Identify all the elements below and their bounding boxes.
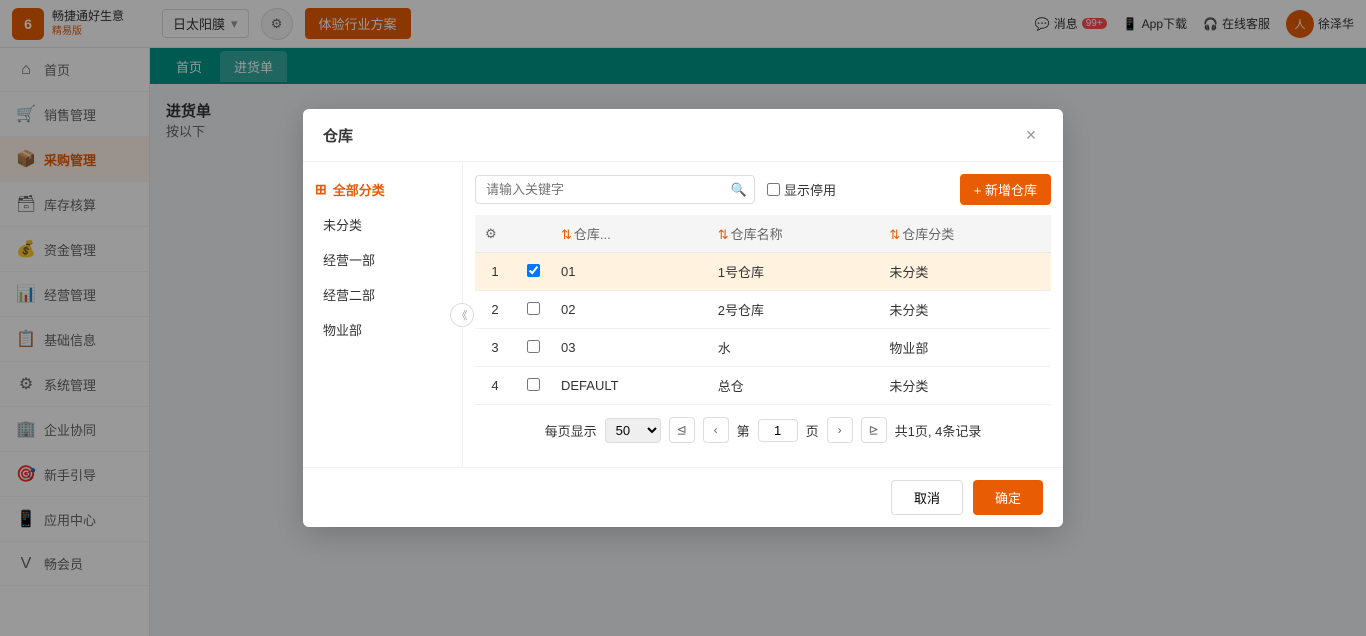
search-wrapper: 🔍 (475, 175, 755, 204)
row-category: 未分类 (879, 291, 1051, 329)
row-category: 物业部 (879, 329, 1051, 367)
row-code: 01 (551, 253, 708, 291)
row-name: 水 (708, 329, 880, 367)
table-toolbar: 🔍 显示停用 + 新增仓库 (475, 174, 1051, 205)
row-category: 未分类 (879, 367, 1051, 405)
row-num: 1 (475, 253, 515, 291)
category-col-header[interactable]: ⇅仓库分类 (879, 215, 1051, 253)
show-disabled-checkbox[interactable] (767, 183, 780, 196)
dialog-title: 仓库 (323, 125, 353, 146)
modal-overlay: 仓库 × ⊞ 全部分类 未分类 经营一部 经营二部 物业部 《 (0, 0, 1366, 636)
warehouse-table: ⚙ ⇅仓库... ⇅仓库名称 ⇅仓库分类 (475, 215, 1051, 405)
category-item-ops2[interactable]: 经营二部 (303, 277, 462, 312)
row-checkbox-cell[interactable] (515, 291, 551, 329)
category-item-ops1[interactable]: 经营一部 (303, 242, 462, 277)
category-header-label: 全部分类 (333, 180, 385, 199)
per-page-label: 每页显示 (545, 421, 597, 440)
page-label: 第 (737, 421, 750, 440)
all-categories[interactable]: ⊞ 全部分类 (303, 172, 462, 207)
row-category: 未分类 (879, 253, 1051, 291)
settings-col-header[interactable]: ⚙ (475, 215, 515, 253)
dialog-body: ⊞ 全部分类 未分类 经营一部 经营二部 物业部 《 🔍 (303, 162, 1063, 467)
row-checkbox-cell[interactable] (515, 329, 551, 367)
dialog-header: 仓库 × (303, 109, 1063, 162)
name-col-header[interactable]: ⇅仓库名称 (708, 215, 880, 253)
last-page-button[interactable]: ⊵ (861, 417, 887, 443)
row-code: DEFAULT (551, 367, 708, 405)
row-code: 03 (551, 329, 708, 367)
table-row[interactable]: 3 03 水 物业部 (475, 329, 1051, 367)
sort-icon: ⇅ (718, 227, 729, 242)
row-code: 02 (551, 291, 708, 329)
checkbox-col-header (515, 215, 551, 253)
grid-icon: ⊞ (315, 181, 327, 198)
first-page-button[interactable]: ⊴ (669, 417, 695, 443)
show-disabled-label[interactable]: 显示停用 (767, 180, 836, 199)
table-body: 1 01 1号仓库 未分类 2 02 2号仓库 未分类 (475, 253, 1051, 405)
search-icon[interactable]: 🔍 (731, 182, 747, 198)
add-warehouse-button[interactable]: + 新增仓库 (960, 174, 1051, 205)
category-item-property[interactable]: 物业部 (303, 312, 462, 347)
close-icon[interactable]: × (1019, 123, 1043, 147)
collapse-panel-icon[interactable]: 《 (450, 303, 474, 327)
table-row[interactable]: 4 DEFAULT 总仓 未分类 (475, 367, 1051, 405)
table-row[interactable]: 2 02 2号仓库 未分类 (475, 291, 1051, 329)
row-name: 2号仓库 (708, 291, 880, 329)
row-num: 2 (475, 291, 515, 329)
row-checkbox-cell[interactable] (515, 253, 551, 291)
pagination: 每页显示 50 20 100 ⊴ ‹ 第 页 › ⊵ 共1页, 4条记录 (475, 405, 1051, 455)
per-page-select[interactable]: 50 20 100 (605, 418, 661, 443)
table-panel: 🔍 显示停用 + 新增仓库 ⚙ ⇅仓库 (463, 162, 1063, 467)
next-page-button[interactable]: › (827, 417, 853, 443)
table-header: ⚙ ⇅仓库... ⇅仓库名称 ⇅仓库分类 (475, 215, 1051, 253)
row-name: 总仓 (708, 367, 880, 405)
prev-page-button[interactable]: ‹ (703, 417, 729, 443)
row-name: 1号仓库 (708, 253, 880, 291)
category-panel: ⊞ 全部分类 未分类 经营一部 经营二部 物业部 《 (303, 162, 463, 467)
warehouse-dialog: 仓库 × ⊞ 全部分类 未分类 经营一部 经营二部 物业部 《 (303, 109, 1063, 527)
row-checkbox-cell[interactable] (515, 367, 551, 405)
sort-icon: ⇅ (889, 227, 900, 242)
page-number-input[interactable] (758, 419, 798, 442)
confirm-button[interactable]: 确定 (973, 480, 1043, 515)
cancel-button[interactable]: 取消 (891, 480, 963, 515)
category-item-unclassified[interactable]: 未分类 (303, 207, 462, 242)
sort-icon: ⇅ (561, 227, 572, 242)
row-num: 3 (475, 329, 515, 367)
search-input[interactable] (475, 175, 755, 204)
code-col-header[interactable]: ⇅仓库... (551, 215, 708, 253)
total-info: 共1页, 4条记录 (895, 421, 982, 440)
page-suffix: 页 (806, 421, 819, 440)
dialog-footer: 取消 确定 (303, 467, 1063, 527)
row-num: 4 (475, 367, 515, 405)
table-row[interactable]: 1 01 1号仓库 未分类 (475, 253, 1051, 291)
